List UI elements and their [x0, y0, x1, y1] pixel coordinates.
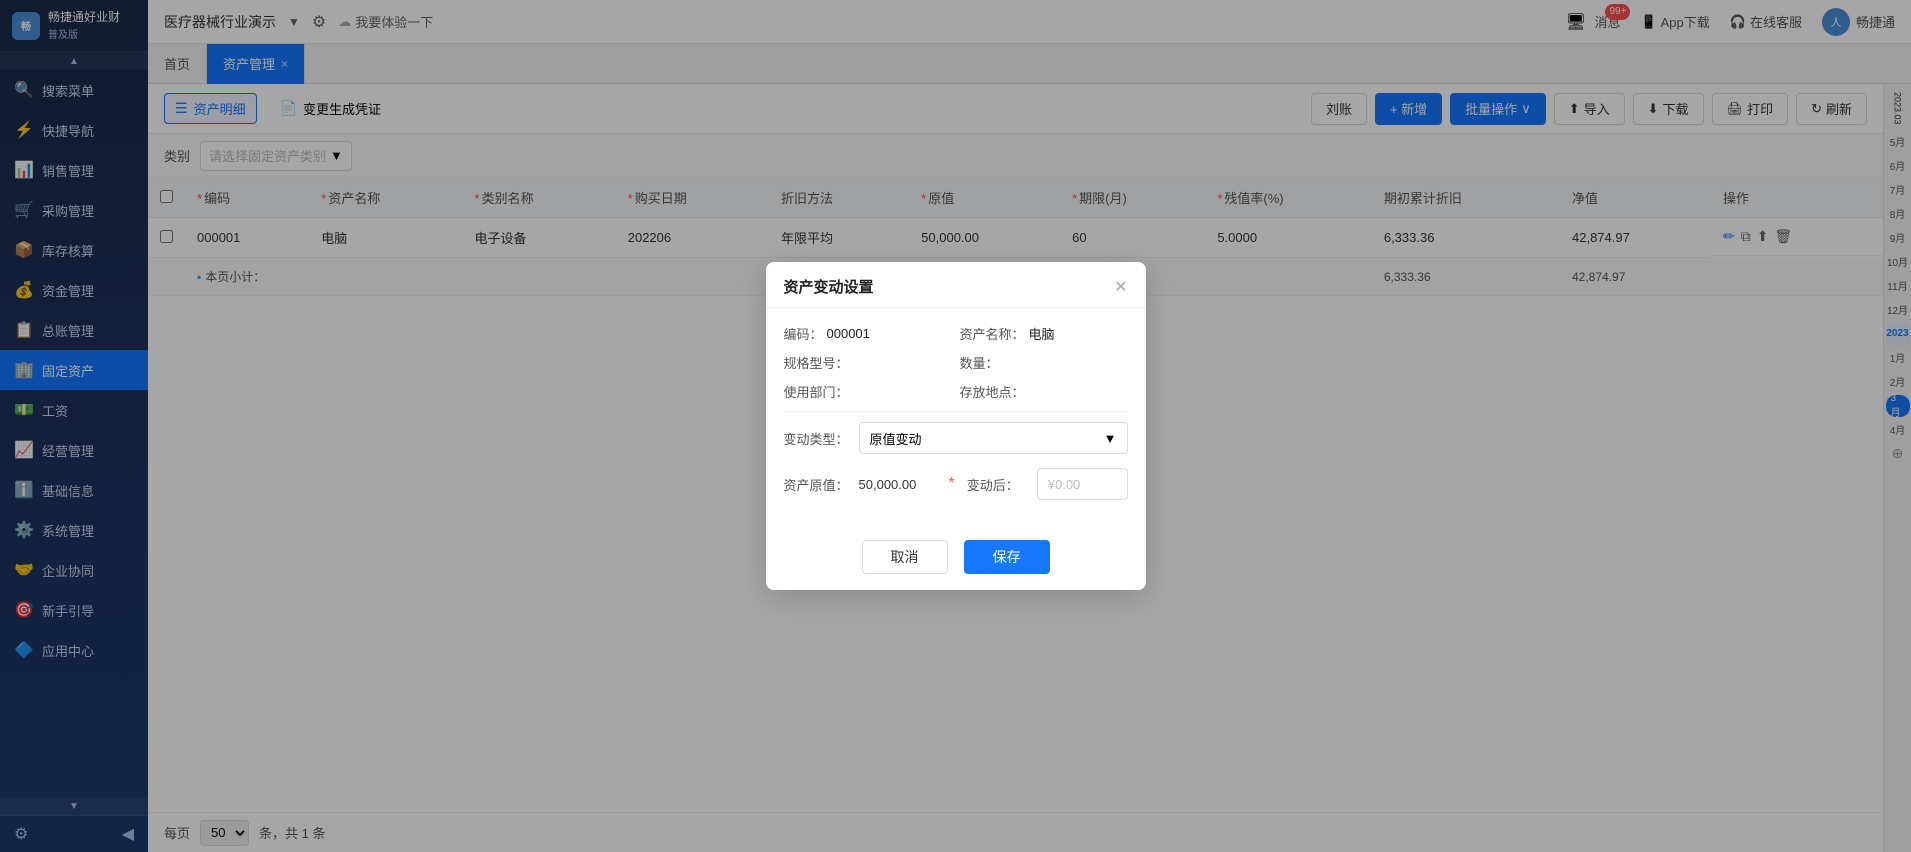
change-type-select[interactable]: 原值变动 ▼: [859, 422, 1128, 454]
dialog-qty-label: 数量：: [960, 353, 999, 372]
dialog-after-label: 变动后：: [967, 475, 1027, 494]
dialog-location-label: 存放地点：: [960, 382, 1025, 401]
change-type-value: 原值变动: [870, 429, 922, 448]
dialog-spec-label: 规格型号：: [784, 353, 849, 372]
dialog-row-2: 规格型号： 数量：: [784, 353, 1128, 372]
dialog-header: 资产变动设置 ✕: [766, 262, 1146, 308]
dialog-body: 编码： 000001 资产名称： 电脑 规格型号： 数量：: [766, 308, 1146, 530]
dialog-assetname-value: 电脑: [1029, 324, 1055, 343]
cancel-button[interactable]: 取消: [862, 540, 948, 574]
dialog-title: 资产变动设置: [784, 276, 874, 297]
dialog-change-type-label: 变动类型：: [784, 429, 849, 448]
save-button[interactable]: 保存: [964, 540, 1050, 574]
dialog-change-type-row: 变动类型： 原值变动 ▼: [784, 422, 1128, 454]
dialog-location-field: 存放地点：: [960, 382, 1128, 401]
dialog-row-1: 编码： 000001 资产名称： 电脑: [784, 324, 1128, 343]
dialog-assetname-field: 资产名称： 电脑: [960, 324, 1128, 343]
dialog-assetname-label: 资产名称：: [960, 324, 1025, 343]
dialog-spec-field: 规格型号：: [784, 353, 952, 372]
dialog-close-icon[interactable]: ✕: [1114, 277, 1127, 297]
modal-overlay: 资产变动设置 ✕ 编码： 000001 资产名称： 电脑 规格型号：: [0, 0, 1911, 852]
dialog-code-value: 000001: [827, 326, 870, 341]
dialog-row-3: 使用部门： 存放地点：: [784, 382, 1128, 401]
dialog-code-label: 编码：: [784, 324, 823, 343]
dialog-asset-original-label: 资产原值：: [784, 475, 849, 494]
asset-change-dialog: 资产变动设置 ✕ 编码： 000001 资产名称： 电脑 规格型号：: [766, 262, 1146, 590]
dialog-divider: [784, 411, 1128, 412]
after-change-placeholder: ¥0.00: [1048, 477, 1081, 492]
required-star: *: [949, 475, 955, 493]
dialog-asset-original-value: 50,000.00: [859, 477, 939, 492]
dialog-qty-field: 数量：: [960, 353, 1128, 372]
dialog-dept-field: 使用部门：: [784, 382, 952, 401]
dialog-code-field: 编码： 000001: [784, 324, 952, 343]
chevron-down-icon: ▼: [1104, 431, 1117, 446]
dialog-footer: 取消 保存: [766, 530, 1146, 590]
dialog-dept-label: 使用部门：: [784, 382, 849, 401]
dialog-after-input[interactable]: ¥0.00: [1037, 468, 1128, 500]
dialog-asset-value-row: 资产原值： 50,000.00 * 变动后： ¥0.00: [784, 468, 1128, 500]
